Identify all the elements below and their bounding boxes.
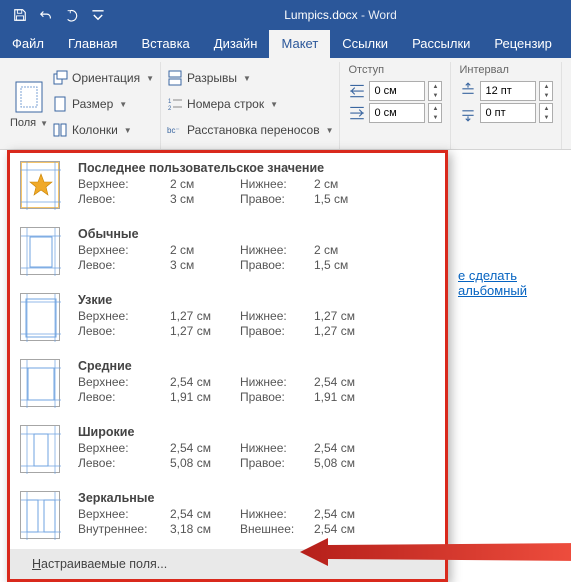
svg-text:1: 1 <box>168 99 172 105</box>
tab-design[interactable]: Дизайн <box>202 30 270 58</box>
tab-home[interactable]: Главная <box>56 30 129 58</box>
tab-references[interactable]: Ссылки <box>330 30 400 58</box>
tab-insert[interactable]: Вставка <box>129 30 201 58</box>
chevron-down-icon: ▼ <box>40 119 48 128</box>
tab-layout[interactable]: Макет <box>269 30 330 58</box>
margin-option-title: Широкие <box>78 425 435 439</box>
indent-group: Отступ ▲▼ ▲▼ <box>340 62 451 149</box>
line-numbers-button[interactable]: 12Номера строк▼ <box>167 92 333 116</box>
margin-thumb-icon <box>20 293 60 341</box>
spacing-after-icon <box>459 104 477 122</box>
ribbon: Поля▼ Ориентация▼ Размер▼ Колонки▼ Разры… <box>0 58 571 150</box>
margin-thumb-icon <box>20 359 60 407</box>
redo-button[interactable] <box>60 3 84 27</box>
spacing-after-spinner[interactable]: ▲▼ <box>539 103 553 123</box>
ribbon-tabs: Файл Главная Вставка Дизайн Макет Ссылки… <box>0 30 571 58</box>
spacing-after-input[interactable] <box>480 103 536 123</box>
indent-left-input[interactable] <box>369 81 425 101</box>
tab-file[interactable]: Файл <box>0 30 56 58</box>
columns-button[interactable]: Колонки▼ <box>52 118 154 142</box>
margin-option-5[interactable]: Зеркальные Верхнее:2,54 смНижнее:2,54 см… <box>10 483 445 549</box>
spacing-before-spinner[interactable]: ▲▼ <box>539 81 553 101</box>
indent-left-icon <box>348 82 366 100</box>
spacing-before-input[interactable] <box>480 81 536 101</box>
orientation-button[interactable]: Ориентация▼ <box>52 66 154 90</box>
margin-option-values: Верхнее:2 смНижнее:2 см Левое:3 смПравое… <box>78 177 435 206</box>
margin-option-values: Верхнее:2,54 смНижнее:2,54 см Левое:5,08… <box>78 441 435 470</box>
margin-option-2[interactable]: Узкие Верхнее:1,27 смНижнее:1,27 см Лево… <box>10 285 445 351</box>
tab-mailings[interactable]: Рассылки <box>400 30 482 58</box>
margin-option-values: Верхнее:2 смНижнее:2 см Левое:3 смПравое… <box>78 243 435 272</box>
indent-right-input[interactable] <box>369 103 425 123</box>
undo-button[interactable] <box>34 3 58 27</box>
margin-thumb-icon <box>20 227 60 275</box>
spacing-group: Интервал ▲▼ ▲▼ <box>451 62 562 149</box>
tab-review[interactable]: Рецензир <box>482 30 564 58</box>
quick-access-toolbar <box>0 3 110 27</box>
margin-option-1[interactable]: Обычные Верхнее:2 смНижнее:2 см Левое:3 … <box>10 219 445 285</box>
size-button[interactable]: Размер▼ <box>52 92 154 116</box>
indent-right-icon <box>348 104 366 122</box>
margin-option-title: Средние <box>78 359 435 373</box>
titlebar: Lumpics.docx - Word <box>0 0 571 30</box>
margin-option-title: Зеркальные <box>78 491 435 505</box>
margin-option-4[interactable]: Широкие Верхнее:2,54 смНижнее:2,54 см Ле… <box>10 417 445 483</box>
margin-thumb-icon <box>20 491 60 539</box>
margin-option-title: Узкие <box>78 293 435 307</box>
margin-option-title: Обычные <box>78 227 435 241</box>
document-hyperlink[interactable]: е сделать альбомный <box>458 268 571 298</box>
indent-right-spinner[interactable]: ▲▼ <box>428 103 442 123</box>
custom-margins-button[interactable]: Настраиваемые поля... <box>10 549 445 579</box>
svg-text:2: 2 <box>168 106 172 112</box>
margin-option-3[interactable]: Средние Верхнее:2,54 смНижнее:2,54 см Ле… <box>10 351 445 417</box>
margin-thumb-icon <box>20 425 60 473</box>
hyphenation-button[interactable]: bc⁻Расстановка переносов▼ <box>167 118 333 142</box>
margin-option-values: Верхнее:2,54 смНижнее:2,54 см Внутреннее… <box>78 507 435 536</box>
window-title: Lumpics.docx - Word <box>110 8 571 22</box>
app-name: Word <box>368 8 396 22</box>
margin-option-values: Верхнее:1,27 смНижнее:1,27 см Левое:1,27… <box>78 309 435 338</box>
margin-option-0[interactable]: Последнее пользовательское значение Верх… <box>10 153 445 219</box>
margins-button[interactable]: Поля▼ <box>6 64 52 144</box>
margins-dropdown: Последнее пользовательское значение Верх… <box>7 150 448 582</box>
margin-option-values: Верхнее:2,54 смНижнее:2,54 см Левое:1,91… <box>78 375 435 404</box>
qat-customize-button[interactable] <box>86 3 110 27</box>
save-button[interactable] <box>8 3 32 27</box>
breaks-button[interactable]: Разрывы▼ <box>167 66 333 90</box>
doc-name: Lumpics.docx <box>284 8 357 22</box>
margin-thumb-icon <box>20 161 60 209</box>
margin-option-title: Последнее пользовательское значение <box>78 161 435 175</box>
spacing-before-icon <box>459 82 477 100</box>
svg-text:bc⁻: bc⁻ <box>167 126 180 135</box>
indent-left-spinner[interactable]: ▲▼ <box>428 81 442 101</box>
